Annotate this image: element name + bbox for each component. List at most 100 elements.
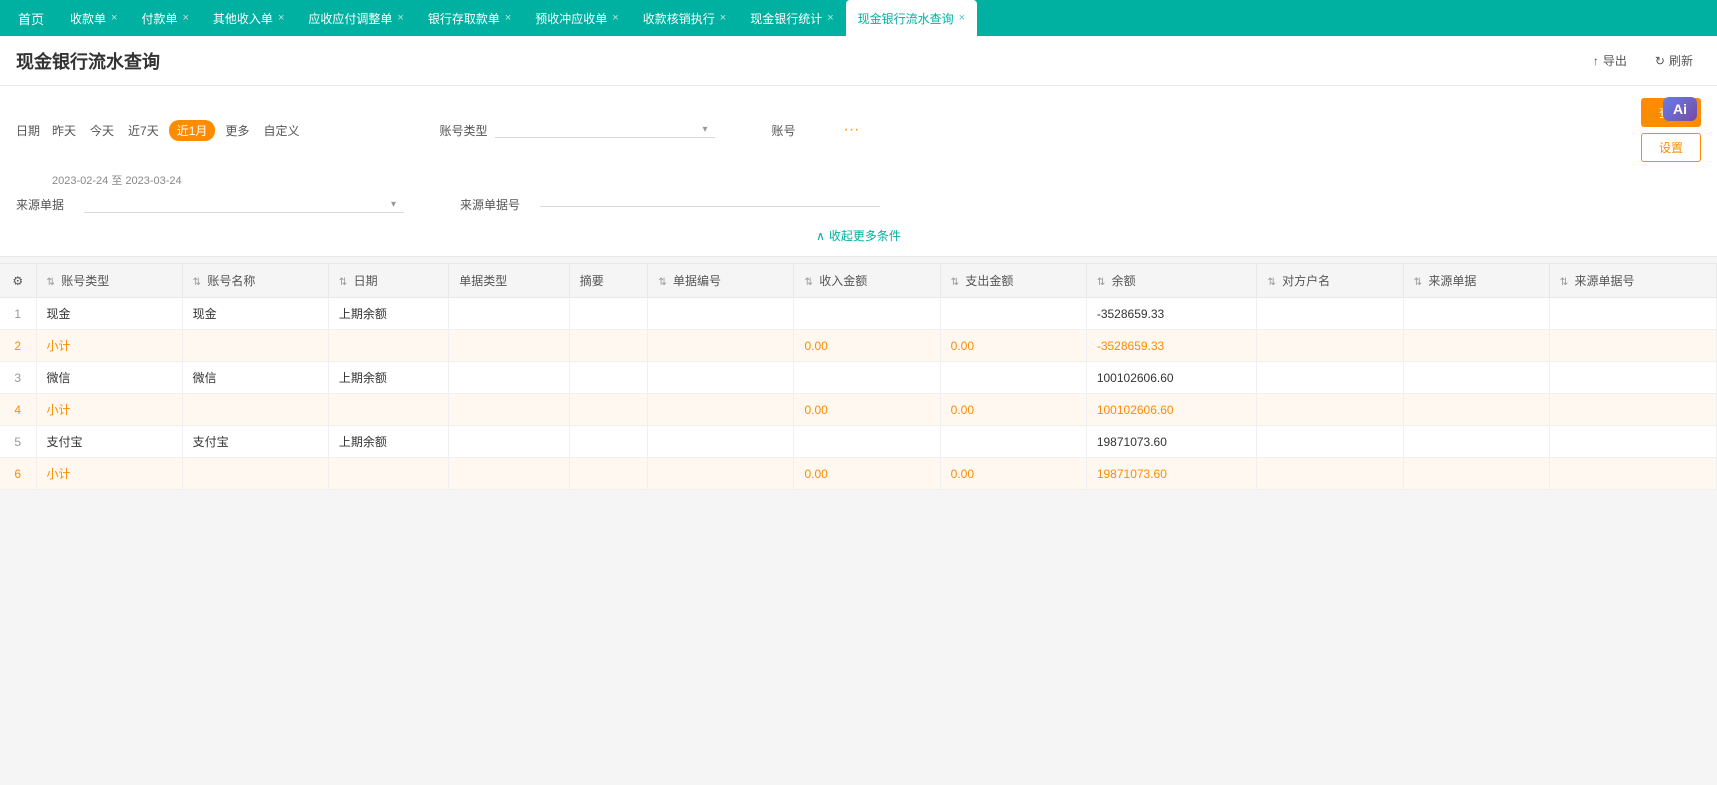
cell-doc-no — [648, 298, 794, 330]
table-row[interactable]: 1现金现金上期余额-3528659.33 — [0, 298, 1717, 330]
cell-source-doc-no — [1549, 298, 1716, 330]
col-counterpart[interactable]: ⇅ 对方户名 — [1257, 264, 1403, 298]
close-tab-6-icon[interactable]: × — [720, 12, 726, 24]
cell-summary — [569, 458, 648, 490]
settings-button[interactable]: 设置 — [1641, 133, 1701, 162]
nav-tab-6[interactable]: 收款核销执行 × — [631, 0, 738, 36]
cell-source-doc — [1403, 362, 1549, 394]
data-table: ⚙ ⇅ 账号类型 ⇅ 账号名称 ⇅ 日期 单据类型 摘要 — [0, 263, 1717, 490]
col-account-type[interactable]: ⇅ 账号类型 — [36, 264, 182, 298]
cell-income — [794, 362, 940, 394]
nav-tab-0[interactable]: 收款单 × — [58, 0, 129, 36]
cell-income — [794, 298, 940, 330]
nav-tab-4[interactable]: 银行存取款单 × — [416, 0, 523, 36]
export-button[interactable]: ↑ 导出 — [1585, 48, 1635, 73]
col-income[interactable]: ⇅ 收入金额 — [794, 264, 940, 298]
cell-source-doc-no — [1549, 458, 1716, 490]
ai-assistant-badge[interactable]: Ai — [1663, 97, 1697, 121]
cell-balance: 19871073.60 — [1086, 458, 1257, 490]
cell-doc-type — [449, 426, 569, 458]
cell-expense — [940, 298, 1086, 330]
date-more[interactable]: 更多 — [221, 120, 253, 141]
cell-account-type: 微信 — [36, 362, 182, 394]
cell-source-doc — [1403, 298, 1549, 330]
date-today[interactable]: 今天 — [86, 120, 118, 141]
cell-expense: 0.00 — [940, 458, 1086, 490]
col-gear[interactable]: ⚙ — [0, 264, 36, 298]
cell-source-doc-no — [1549, 330, 1716, 362]
close-tab-3-icon[interactable]: × — [397, 12, 403, 24]
table-row[interactable]: 2小计0.000.00-3528659.33 — [0, 330, 1717, 362]
date-shortcuts: 昨天 今天 近7天 近1月 更多 自定义 — [48, 120, 303, 141]
source-doc-no-group: 来源单据号 — [460, 196, 880, 213]
close-tab-8-icon[interactable]: × — [959, 12, 965, 24]
table-row[interactable]: 3微信微信上期余额100102606.60 — [0, 362, 1717, 394]
close-tab-5-icon[interactable]: × — [612, 12, 618, 24]
close-tab-0-icon[interactable]: × — [111, 12, 117, 24]
table-row[interactable]: 4小计0.000.00100102606.60 — [0, 394, 1717, 426]
refresh-button[interactable]: ↻ 刷新 — [1647, 48, 1701, 73]
col-doc-type: 单据类型 — [449, 264, 569, 298]
nav-tab-5[interactable]: 预收冲应收单 × — [523, 0, 630, 36]
cell-doc-no — [648, 394, 794, 426]
cell-account-name: 现金 — [182, 298, 328, 330]
nav-tab-3[interactable]: 应收应付调整单 × — [296, 0, 415, 36]
cell-income: 0.00 — [794, 394, 940, 426]
date-custom[interactable]: 自定义 — [259, 120, 303, 141]
col-account-name[interactable]: ⇅ 账号名称 — [182, 264, 328, 298]
sort-icon: ⇅ — [193, 277, 201, 288]
source-doc-select[interactable]: ▾ — [84, 197, 404, 213]
source-doc-no-input[interactable] — [540, 202, 880, 207]
account-type-select[interactable]: ▾ — [495, 122, 715, 138]
date-label: 日期 — [16, 122, 40, 139]
cell-account-name: 微信 — [182, 362, 328, 394]
close-tab-7-icon[interactable]: × — [827, 12, 833, 24]
sort-icon: ⇅ — [1267, 277, 1275, 288]
nav-tab-8[interactable]: 现金银行流水查询 × — [846, 0, 977, 36]
cell-expense — [940, 426, 1086, 458]
cell-date: 上期余额 — [328, 298, 448, 330]
nav-tab-1[interactable]: 付款单 × — [129, 0, 200, 36]
sort-icon: ⇅ — [1097, 277, 1105, 288]
date-1month[interactable]: 近1月 — [169, 120, 216, 141]
cell-account-name: 支付宝 — [182, 426, 328, 458]
table-row[interactable]: 6小计0.000.0019871073.60 — [0, 458, 1717, 490]
cell-account-name — [182, 458, 328, 490]
cell-date — [328, 394, 448, 426]
date-7days[interactable]: 近7天 — [124, 120, 163, 141]
page-header: 现金银行流水查询 ↑ 导出 ↻ 刷新 — [0, 36, 1717, 86]
close-tab-4-icon[interactable]: × — [505, 12, 511, 24]
account-dots[interactable]: ··· — [843, 121, 859, 139]
row-num: 4 — [0, 394, 36, 426]
cell-counterpart — [1257, 426, 1403, 458]
table-row[interactable]: 5支付宝支付宝上期余额19871073.60 — [0, 426, 1717, 458]
nav-home[interactable]: 首页 — [4, 0, 58, 36]
col-balance[interactable]: ⇅ 余额 — [1086, 264, 1257, 298]
col-expense[interactable]: ⇅ 支出金额 — [940, 264, 1086, 298]
col-source-doc-no[interactable]: ⇅ 来源单据号 — [1549, 264, 1716, 298]
top-navigation: 首页 收款单 × 付款单 × 其他收入单 × 应收应付调整单 × 银行存取款单 … — [0, 0, 1717, 36]
export-icon: ↑ — [1593, 54, 1599, 68]
col-date[interactable]: ⇅ 日期 — [328, 264, 448, 298]
cell-income: 0.00 — [794, 330, 940, 362]
refresh-icon: ↻ — [1655, 54, 1665, 68]
cell-source-doc — [1403, 394, 1549, 426]
cell-source-doc — [1403, 330, 1549, 362]
close-tab-2-icon[interactable]: × — [278, 12, 284, 24]
cell-summary — [569, 426, 648, 458]
sort-icon: ⇅ — [951, 277, 959, 288]
col-doc-no[interactable]: ⇅ 单据编号 — [648, 264, 794, 298]
source-doc-dropdown-icon: ▾ — [391, 199, 396, 210]
close-tab-1-icon[interactable]: × — [182, 12, 188, 24]
date-yesterday[interactable]: 昨天 — [48, 120, 80, 141]
row-num: 3 — [0, 362, 36, 394]
collapse-bar[interactable]: ∧ 收起更多条件 — [16, 223, 1701, 244]
col-source-doc[interactable]: ⇅ 来源单据 — [1403, 264, 1549, 298]
nav-tab-2[interactable]: 其他收入单 × — [201, 0, 296, 36]
cell-account-name — [182, 330, 328, 362]
source-doc-group: 来源单据 ▾ — [16, 196, 404, 213]
cell-source-doc-no — [1549, 426, 1716, 458]
nav-tab-7[interactable]: 现金银行统计 × — [738, 0, 845, 36]
filter-area: 日期 昨天 今天 近7天 近1月 更多 自定义 账号类型 ▾ 账号 ··· — [0, 86, 1717, 257]
table-body: 1现金现金上期余额-3528659.332小计0.000.00-3528659.… — [0, 298, 1717, 490]
